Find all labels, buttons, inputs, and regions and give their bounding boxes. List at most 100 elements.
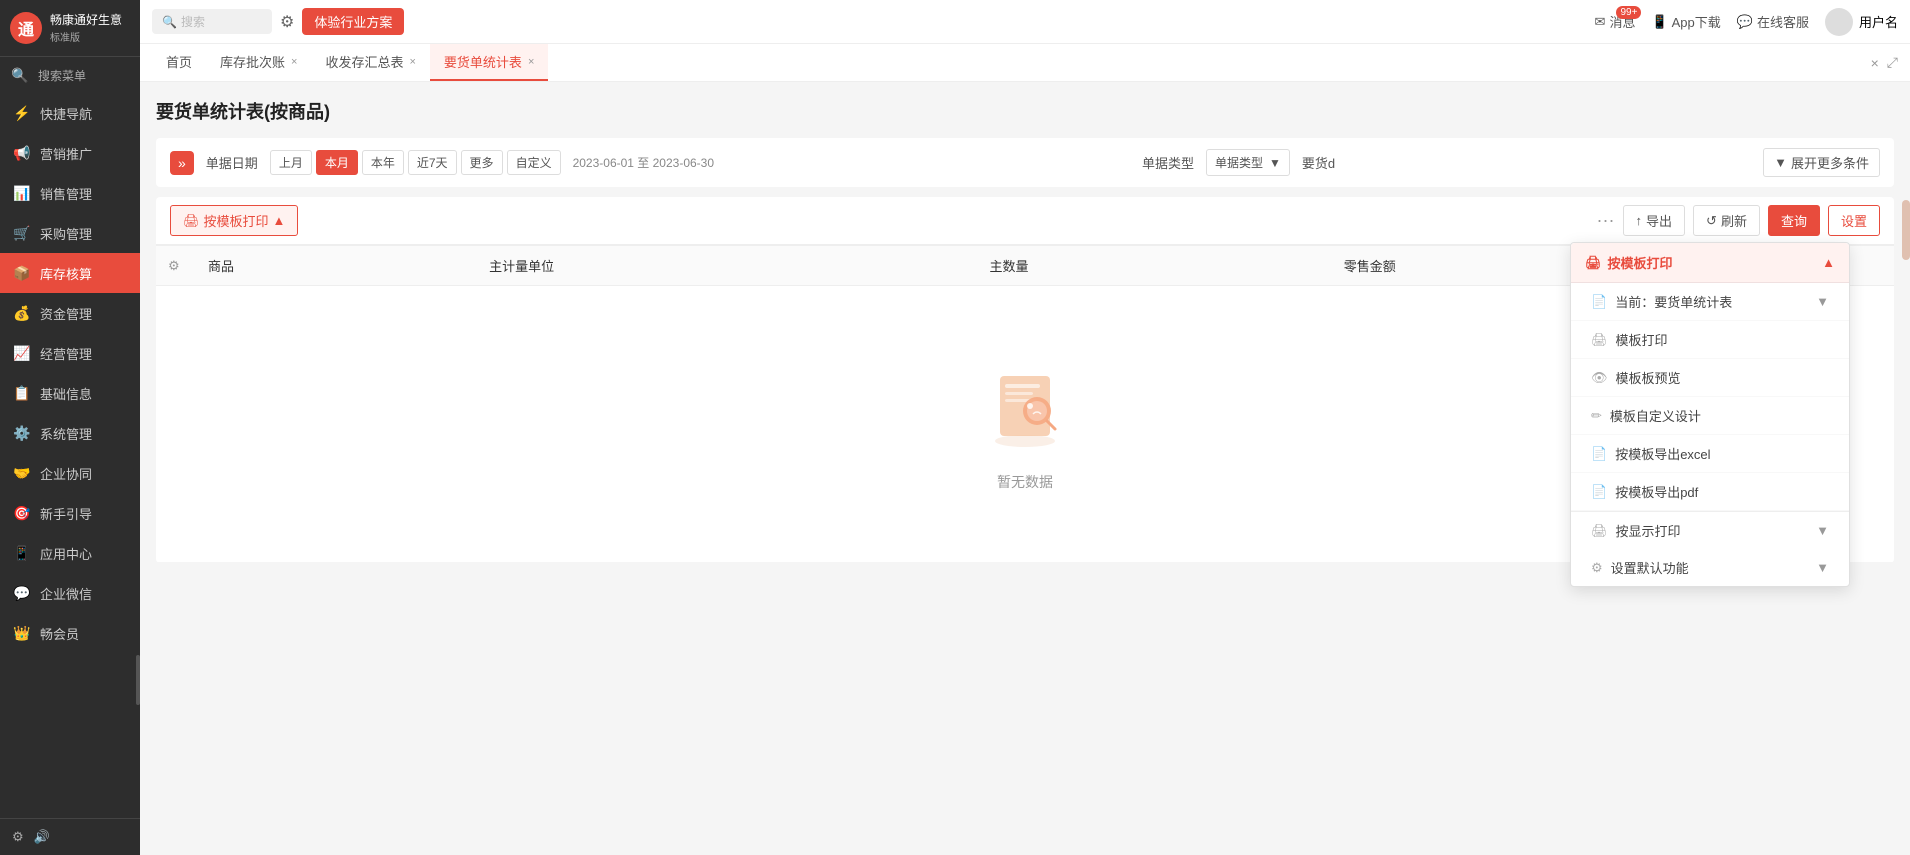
template-print-item[interactable]: 🖨 模板打印: [1571, 321, 1849, 359]
sidebar: 通 畅康通好生意 标准版 🔍 搜索菜单 ⚡ 快捷导航 📢 营销推广 📊 销售管理…: [0, 0, 140, 855]
sidebar-search-label: 搜索菜单: [38, 67, 86, 84]
more-options-icon[interactable]: ···: [1597, 210, 1615, 231]
tab-receipt-summary-close[interactable]: ×: [409, 56, 415, 68]
tab-receipt-summary[interactable]: 收发存汇总表 ×: [311, 44, 429, 81]
refresh-button[interactable]: ↺ 刷新: [1693, 205, 1760, 236]
current-template-arrow: ▼: [1816, 294, 1829, 309]
topbar-gear-icon[interactable]: ⚙: [280, 12, 294, 32]
sidebar-nav: ⚡ 快捷导航 📢 营销推广 📊 销售管理 🛒 采购管理 📦 库存核算 💰 资金管…: [0, 93, 140, 818]
tab-inventory-batch-close[interactable]: ×: [291, 56, 297, 68]
right-edge-scrollbar[interactable]: [1902, 200, 1910, 260]
online-service-button[interactable]: 💬 在线客服: [1737, 12, 1809, 31]
query-button[interactable]: 查询: [1768, 205, 1820, 236]
empty-state-text: 暂无数据: [997, 472, 1053, 492]
sidebar-item-label: 企业协同: [40, 464, 92, 483]
tab-home[interactable]: 首页: [152, 44, 206, 81]
app-download-label: App下载: [1672, 12, 1721, 31]
speaker-footer-icon[interactable]: 🔊: [34, 829, 50, 845]
table-settings-icon[interactable]: ⚙: [168, 258, 180, 273]
doc-type-select[interactable]: 单据类型 ▼: [1206, 149, 1290, 176]
sidebar-item-finance[interactable]: 💰 资金管理: [0, 293, 140, 333]
tab-inventory-batch[interactable]: 库存批次账 ×: [206, 44, 311, 81]
date-btn-custom[interactable]: 自定义: [507, 150, 561, 175]
topbar-search[interactable]: 🔍 搜索: [152, 9, 272, 34]
sidebar-item-member[interactable]: 👑 畅会员: [0, 613, 140, 653]
window-maximize-btn[interactable]: ⤢: [1887, 54, 1898, 71]
logo-sub: 标准版: [50, 29, 122, 44]
topbar: 🔍 搜索 ⚙ 体验行业方案 ✉ 消息 99+ 📱 App下载 💬 在线客服 用户…: [140, 0, 1910, 44]
export-icon: ↑: [1636, 213, 1643, 228]
set-default-item[interactable]: ⚙ 设置默认功能 ▼: [1571, 549, 1849, 586]
sidebar-item-marketing[interactable]: 📢 营销推广: [0, 133, 140, 173]
sidebar-item-label: 基础信息: [40, 384, 92, 403]
sidebar-item-label: 营销推广: [40, 144, 92, 163]
apps-icon: 📱: [12, 543, 32, 563]
print-btn-label: 按模板打印: [204, 211, 269, 230]
inventory-icon: 📦: [12, 263, 32, 283]
current-template-label: 当前：要货单统计表: [1615, 292, 1732, 311]
sidebar-item-sales[interactable]: 📊 销售管理: [0, 173, 140, 213]
promo-button[interactable]: 体验行业方案: [302, 8, 404, 35]
app-download-button[interactable]: 📱 App下载: [1651, 12, 1720, 31]
expand-more-button[interactable]: ▼ 展开更多条件: [1763, 148, 1880, 177]
date-btn-last-7[interactable]: 近7天: [408, 150, 457, 175]
sidebar-item-system[interactable]: ⚙️ 系统管理: [0, 413, 140, 453]
sidebar-item-enterprise[interactable]: 🤝 企业协同: [0, 453, 140, 493]
sidebar-item-purchase[interactable]: 🛒 采购管理: [0, 213, 140, 253]
print-dropdown-header[interactable]: 🖨 按模板打印 ▲: [1571, 243, 1849, 283]
template-export-excel-item[interactable]: 📄 按模板导出excel: [1571, 435, 1849, 473]
current-template-icon: 📄: [1591, 294, 1607, 310]
basic-icon: 📋: [12, 383, 32, 403]
tab-requisition-stats[interactable]: 要货单统计表 ×: [430, 44, 548, 81]
template-preview-item[interactable]: 👁 模板板预览: [1571, 359, 1849, 397]
member-icon: 👑: [12, 623, 32, 643]
display-print-item[interactable]: 🖨 按显示打印 ▼: [1571, 512, 1849, 549]
date-btn-current-year[interactable]: 本年: [362, 150, 404, 175]
template-export-pdf-item[interactable]: 📄 按模板导出pdf: [1571, 473, 1849, 511]
user-profile[interactable]: 用户名: [1825, 8, 1898, 36]
window-close-btn[interactable]: ×: [1871, 55, 1879, 71]
refresh-label: 刷新: [1721, 211, 1747, 230]
date-btn-current-month[interactable]: 本月: [316, 150, 358, 175]
filter-expand-button[interactable]: »: [170, 151, 194, 175]
date-filter-label: 单据日期: [206, 153, 258, 172]
sidebar-item-wechat[interactable]: 💬 企业微信: [0, 573, 140, 613]
date-btn-prev-month[interactable]: 上月: [270, 150, 312, 175]
date-btn-more[interactable]: 更多: [461, 150, 503, 175]
messages-button[interactable]: ✉ 消息 99+: [1595, 12, 1636, 31]
template-preview-label: 模板板预览: [1616, 368, 1681, 387]
user-name: 用户名: [1859, 12, 1898, 31]
tab-requisition-stats-close[interactable]: ×: [528, 56, 534, 68]
finance-icon: 💰: [12, 303, 32, 323]
avatar: [1825, 8, 1853, 36]
sidebar-item-inventory[interactable]: 📦 库存核算: [0, 253, 140, 293]
toolbar: 🖨 按模板打印 ▲ ··· ↑ 导出 ↺ 刷新 查询 设置: [156, 197, 1894, 245]
sidebar-item-quick-nav[interactable]: ⚡ 快捷导航: [0, 93, 140, 133]
print-template-button[interactable]: 🖨 按模板打印 ▲: [170, 205, 298, 236]
sidebar-item-label: 快捷导航: [40, 104, 92, 123]
template-export-pdf-label: 按模板导出pdf: [1615, 482, 1698, 501]
settings-footer-icon[interactable]: ⚙: [12, 829, 24, 845]
tab-inventory-batch-label: 库存批次账: [220, 52, 285, 71]
template-design-item[interactable]: ✏ 模板自定义设计: [1571, 397, 1849, 435]
sidebar-item-newbie[interactable]: 🎯 新手引导: [0, 493, 140, 533]
tabs-bar: 首页 库存批次账 × 收发存汇总表 × 要货单统计表 × × ⤢: [140, 44, 1910, 82]
display-print-label: 按显示打印: [1616, 521, 1681, 540]
sidebar-item-label: 销售管理: [40, 184, 92, 203]
sidebar-search-item[interactable]: 🔍 搜索菜单: [0, 57, 140, 93]
marketing-icon: 📢: [12, 143, 32, 163]
template-export-excel-icon: 📄: [1591, 446, 1607, 462]
wechat-icon: 💬: [12, 583, 32, 603]
sidebar-item-apps[interactable]: 📱 应用中心: [0, 533, 140, 573]
sidebar-item-operations[interactable]: 📈 经营管理: [0, 333, 140, 373]
table-col-settings[interactable]: ⚙: [156, 246, 196, 286]
sidebar-logo: 通 畅康通好生意 标准版: [0, 0, 140, 57]
settings-button[interactable]: 设置: [1828, 205, 1880, 236]
print-current-template-item[interactable]: 📄 当前：要货单统计表 ▼: [1571, 283, 1849, 321]
export-button[interactable]: ↑ 导出: [1623, 205, 1686, 236]
print-dropdown-close-icon[interactable]: ▲: [1822, 255, 1835, 270]
export-label: 导出: [1646, 211, 1672, 230]
sidebar-item-label: 新手引导: [40, 504, 92, 523]
sidebar-item-basic[interactable]: 📋 基础信息: [0, 373, 140, 413]
print-dropdown: 🖨 按模板打印 ▲ 📄 当前：要货单统计表 ▼ 🖨 模板打印 👁 模板板预览: [1570, 242, 1850, 587]
